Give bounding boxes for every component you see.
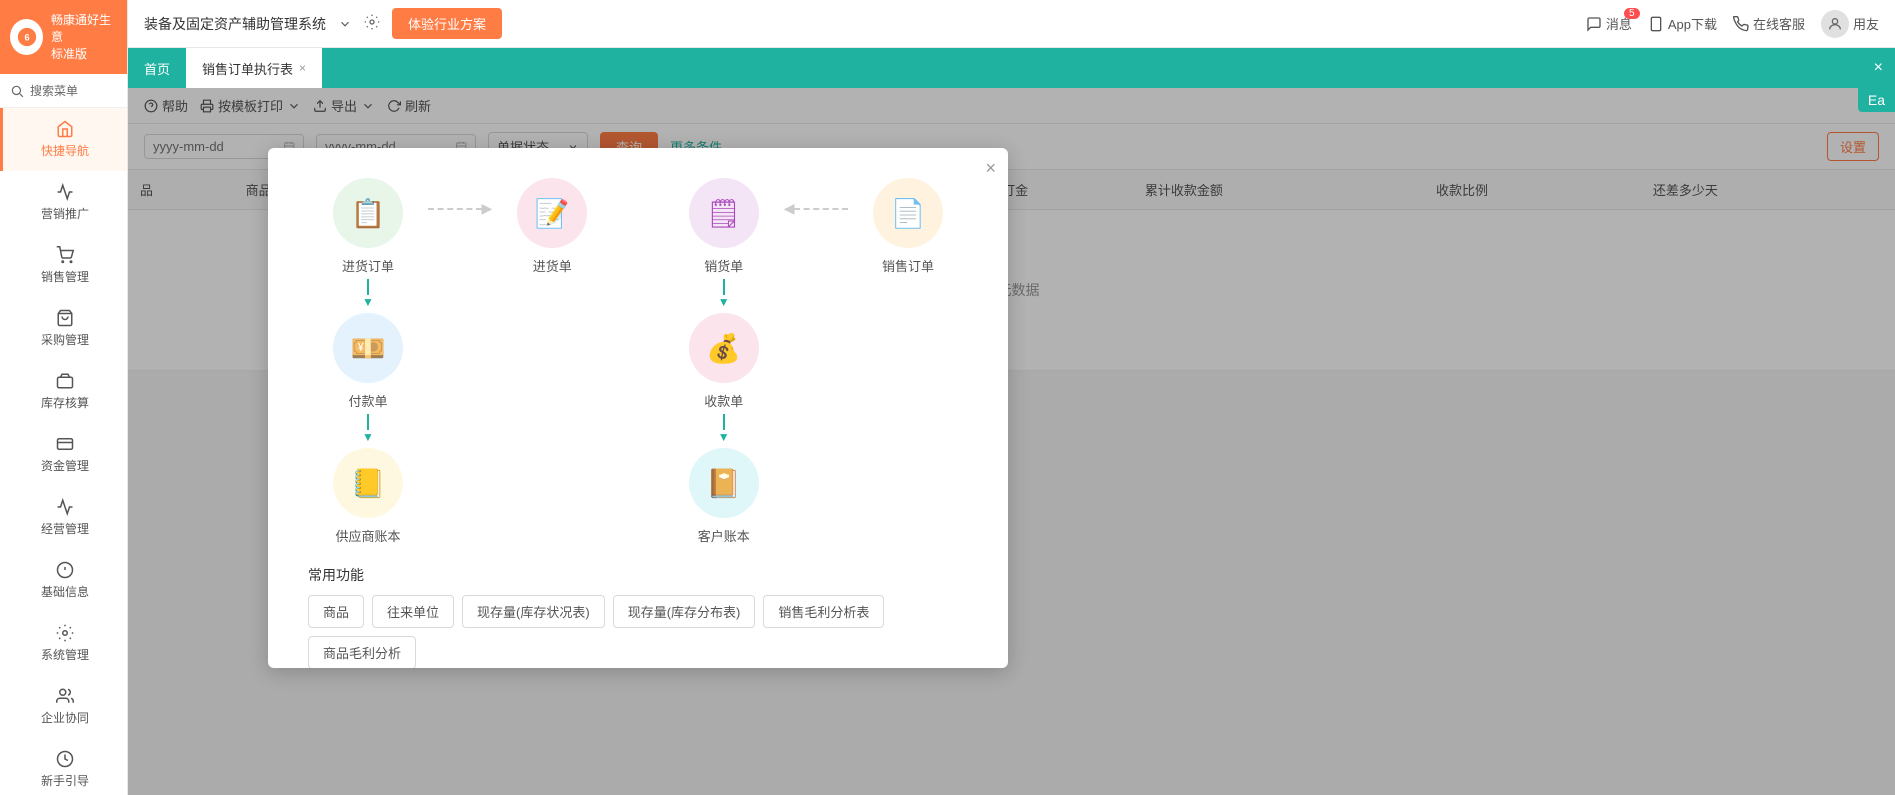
sidebar-item-enterprise[interactable]: 企业协同 [0,675,127,738]
tab-close-btn[interactable]: × [299,61,306,75]
sidebar: 6 畅康通好生意 标准版 搜索菜单 快捷导航 营销推广 销售管理 [0,0,128,795]
message-item[interactable]: 5 消息 [1586,14,1632,33]
flow-item-sales-bill[interactable]: 🗒 销货单 [664,178,784,275]
tabbar: 首页 销售订单执行表 × × [128,48,1895,88]
sidebar-item-purchase[interactable]: 采购管理 [0,297,127,360]
corner-ea-label: Ea [1858,88,1895,112]
settings-icon[interactable] [364,14,380,33]
sidebar-nav: 快捷导航 营销推广 销售管理 采购管理 库存核算 资金管理 [0,108,127,795]
modal-body: 📋 进货订单 ▼ [268,148,1008,668]
page-area: 帮助 按模板打印 导出 刷新 [128,88,1895,795]
customer-ledger-icon: 📔 [689,448,759,518]
purchase-order-icon: 📋 [333,178,403,248]
purchase-order-down-arrow: ▼ [362,279,374,309]
sidebar-item-inventory[interactable]: 库存核算 [0,360,127,423]
func-btn-product-margin[interactable]: 商品毛利分析 [308,636,416,668]
flow-item-payment-bill[interactable]: 💴 付款单 [308,313,428,410]
main-content: 装备及固定资产辅助管理系统 体验行业方案 5 消息 App下载 [128,0,1895,795]
flow-col-4: 📄 销售订单 [848,178,968,275]
system-dropdown[interactable] [338,17,352,31]
func-btns-row1: 商品 往来单位 现存量(库存状况表) 现存量(库存分布表) 销售毛利分析表 商品… [308,595,968,668]
tab-home[interactable]: 首页 [128,48,186,88]
sidebar-item-quick-nav[interactable]: 快捷导航 [0,108,127,171]
receipt-bill-icon: 💰 [689,313,759,383]
experience-btn[interactable]: 体验行业方案 [392,8,502,39]
payment-bill-down-arrow: ▼ [362,414,374,444]
func-btn-stock-dist[interactable]: 现存量(库存分布表) [613,595,756,628]
app-download-item[interactable]: App下载 [1648,14,1717,33]
sidebar-item-marketing[interactable]: 营销推广 [0,171,127,234]
sidebar-item-basics[interactable]: 基础信息 [0,549,127,612]
svg-text:6: 6 [24,33,29,43]
arrow-so-sb: ◀ [784,200,848,217]
sidebar-logo[interactable]: 6 畅康通好生意 标准版 [0,0,127,74]
online-service-item[interactable]: 在线客服 [1733,14,1805,33]
sales-order-icon: 📄 [873,178,943,248]
func-btn-sales-margin[interactable]: 销售毛利分析表 [763,595,884,628]
modal: × 📋 [268,148,1008,668]
arrow-po-pb: ▶ [428,200,492,217]
func-btn-product[interactable]: 商品 [308,595,364,628]
flow-col-1: 📋 进货订单 ▼ [308,178,428,545]
user-item[interactable]: 用友 [1821,10,1879,38]
flow-item-supplier-ledger[interactable]: 📒 供应商账本 [308,448,428,545]
logo-icon: 6 [10,19,43,55]
modal-close-btn[interactable]: × [985,158,996,179]
common-funcs: 常用功能 商品 往来单位 现存量(库存状况表) 现存量(库存分布表) 销售毛利分… [308,565,968,668]
sales-bill-icon: 🗒 [689,178,759,248]
payment-bill-icon: 💴 [333,313,403,383]
logo-text: 畅康通好生意 标准版 [51,12,117,62]
sidebar-item-newbie[interactable]: 新手引导 [0,738,127,795]
func-btn-partners[interactable]: 往来单位 [372,595,454,628]
flow-section: 📋 进货订单 ▼ [308,178,968,545]
sidebar-item-system[interactable]: 系统管理 [0,612,127,675]
flow-col-3: 🗒 销货单 ▼ [664,178,784,545]
user-avatar [1821,10,1849,38]
sidebar-search[interactable]: 搜索菜单 [0,74,127,108]
flow-item-purchase-order[interactable]: 📋 进货订单 [308,178,428,275]
tab-bar-close-btn[interactable]: × [1862,59,1895,77]
tab-sales-order-exec[interactable]: 销售订单执行表 × [186,48,322,88]
sidebar-item-sales[interactable]: 销售管理 [0,234,127,297]
flow-col-2: 📝 进货单 [492,178,612,275]
supplier-ledger-icon: 📒 [333,448,403,518]
sales-bill-down-arrow: ▼ [718,279,730,309]
sidebar-item-operations[interactable]: 经营管理 [0,486,127,549]
purchase-bill-icon: 📝 [517,178,587,248]
system-title: 装备及固定资产辅助管理系统 [144,14,326,34]
flow-item-sales-order[interactable]: 📄 销售订单 [848,178,968,275]
receipt-bill-down-arrow: ▼ [718,414,730,444]
topbar: 装备及固定资产辅助管理系统 体验行业方案 5 消息 App下载 [128,0,1895,48]
flow-item-receipt-bill[interactable]: 💰 收款单 [664,313,784,410]
sidebar-item-finance[interactable]: 资金管理 [0,423,127,486]
flow-item-purchase-bill[interactable]: 📝 进货单 [492,178,612,275]
modal-overlay[interactable]: × 📋 [128,88,1895,795]
flow-item-customer-ledger[interactable]: 📔 客户账本 [664,448,784,545]
func-btn-stock-status[interactable]: 现存量(库存状况表) [462,595,605,628]
topbar-right: 5 消息 App下载 在线客服 用友 [1586,10,1879,38]
common-funcs-title: 常用功能 [308,565,968,585]
